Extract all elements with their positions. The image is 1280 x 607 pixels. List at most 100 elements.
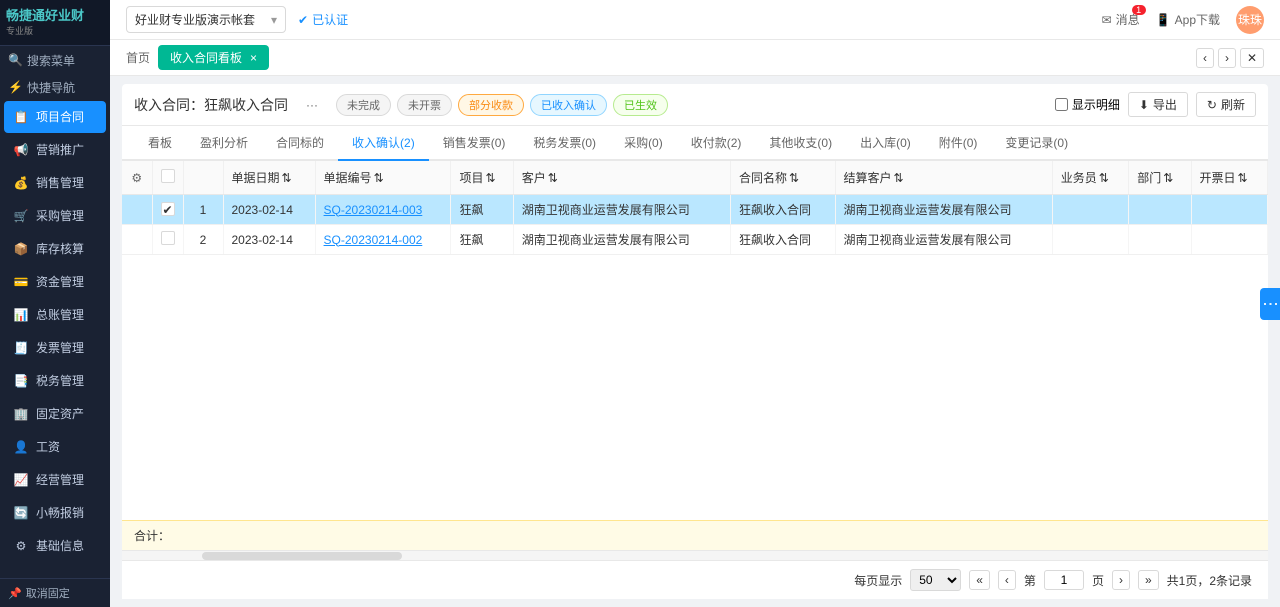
tab-prev-button[interactable]: ‹: [1196, 48, 1214, 68]
contract-name-column-header: 合同名称 ⇅: [731, 161, 836, 195]
sidebar-icon-8: 📑: [12, 372, 30, 390]
sidebar-icon-4: 📦: [12, 240, 30, 258]
table-row[interactable]: ✔ 1 2023-02-14 SQ-20230214-003 狂飙 湖南卫视商业…: [122, 195, 1268, 225]
sidebar-item-发票管理[interactable]: 🧾 发票管理: [4, 332, 106, 364]
sidebar: 畅捷通好业财 专业版 🔍 搜索菜单 ⚡ 快捷导航 📋 项目合同 📢 营销推广 💰…: [0, 0, 110, 607]
nav-tab-收付款[interactable]: 收付款(2): [677, 126, 756, 161]
dept-column-header: 部门 ⇅: [1129, 161, 1191, 195]
user-avatar[interactable]: 珠珠: [1236, 6, 1264, 34]
nav-tab-销售发票[interactable]: 销售发票(0): [429, 126, 520, 161]
per-page-label: 每页显示: [854, 572, 902, 589]
tab-next-button[interactable]: ›: [1218, 48, 1236, 68]
project-column-header: 项目 ⇅: [451, 161, 513, 195]
row-checkbox-1[interactable]: [152, 225, 183, 255]
contract-tab-button[interactable]: 收入合同看板 ×: [158, 45, 269, 70]
horizontal-scrollbar[interactable]: [122, 550, 1268, 560]
sidebar-item-采购管理[interactable]: 🛒 采购管理: [4, 200, 106, 232]
sidebar-item-营销推广[interactable]: 📢 营销推广: [4, 134, 106, 166]
refresh-button[interactable]: ↻ 刷新: [1196, 92, 1256, 117]
home-breadcrumb[interactable]: 首页: [126, 49, 150, 66]
nav-tab-看板[interactable]: 看板: [134, 126, 186, 161]
sidebar-item-税务管理[interactable]: 📑 税务管理: [4, 365, 106, 397]
status-btn-未开票[interactable]: 未开票: [397, 94, 452, 116]
search-menu[interactable]: 🔍 搜索菜单: [0, 46, 110, 75]
sidebar-item-固定资产[interactable]: 🏢 固定资产: [4, 398, 106, 430]
message-button[interactable]: ✉ 1 消息: [1102, 11, 1140, 28]
sidebar-item-总账管理[interactable]: 📊 总账管理: [4, 299, 106, 331]
scrollbar-thumb: [202, 552, 402, 560]
table-header-row: ⚙ 单据日期 ⇅ 单据编号 ⇅ 项目 ⇅ 客户 ⇅ 合同名称 ⇅ 结算客户 ⇅ …: [122, 161, 1268, 195]
table-row[interactable]: 2 2023-02-14 SQ-20230214-002 狂飙 湖南卫视商业运营…: [122, 225, 1268, 255]
nav-tab-盈利分析[interactable]: 盈利分析: [186, 126, 262, 161]
sidebar-item-经营管理[interactable]: 📈 经营管理: [4, 464, 106, 496]
quick-nav-icon: ⚡: [8, 80, 23, 94]
tab-close-icon[interactable]: ×: [250, 51, 257, 65]
prev-page-button[interactable]: ‹: [998, 570, 1016, 590]
sidebar-item-基础信息[interactable]: ⚙ 基础信息: [4, 530, 106, 562]
sidebar-icon-5: 💳: [12, 273, 30, 291]
unpin-label: 取消固定: [26, 585, 70, 601]
sidebar-item-小畅报销[interactable]: 🔄 小畅报销: [4, 497, 106, 529]
sidebar-label-10: 工资: [36, 438, 60, 455]
nav-tab-采购[interactable]: 采购(0): [610, 126, 677, 161]
per-page-select[interactable]: 50 20 100: [910, 569, 961, 591]
contract-header: 收入合同：狂飙收入合同 ··· 未完成未开票部分收款已收入确认已生效 显示明细 …: [122, 84, 1268, 126]
next-page-button[interactable]: ›: [1112, 570, 1130, 590]
status-buttons: 未完成未开票部分收款已收入确认已生效: [336, 94, 668, 116]
sidebar-label-6: 总账管理: [36, 306, 84, 323]
bill-no-link-0[interactable]: SQ-20230214-003: [324, 203, 423, 217]
nav-tab-其他收支[interactable]: 其他收支(0): [755, 126, 846, 161]
row-dept-1: [1129, 225, 1191, 255]
nav-tab-税务发票[interactable]: 税务发票(0): [519, 126, 610, 161]
sidebar-item-库存核算[interactable]: 📦 库存核算: [4, 233, 106, 265]
row-customer-0: 湖南卫视商业运营发展有限公司: [513, 195, 730, 225]
tab-close-button[interactable]: ✕: [1240, 48, 1264, 68]
status-btn-已收入确认[interactable]: 已收入确认: [530, 94, 607, 116]
select-all-checkbox[interactable]: [161, 169, 175, 183]
detail-checkbox-input[interactable]: [1055, 98, 1068, 111]
company-selector[interactable]: 好业财专业版演示帐套 ▾: [126, 6, 286, 33]
sidebar-label-13: 基础信息: [36, 537, 84, 554]
show-detail-checkbox[interactable]: 显示明细: [1055, 96, 1120, 113]
status-btn-已生效[interactable]: 已生效: [613, 94, 668, 116]
total-label: 合计：: [134, 527, 170, 544]
status-btn-部分收款[interactable]: 部分收款: [458, 94, 524, 116]
row-date-0: 2023-02-14: [223, 195, 315, 225]
row-check-box-0[interactable]: ✔: [161, 202, 175, 216]
sidebar-item-项目合同[interactable]: 📋 项目合同: [4, 101, 106, 133]
nav-tab-变更记录[interactable]: 变更记录(0): [991, 126, 1082, 161]
nav-tab-出入库[interactable]: 出入库(0): [846, 126, 925, 161]
right-float-button[interactable]: ⋮: [1260, 288, 1280, 320]
export-button[interactable]: ⬇ 导出: [1128, 92, 1188, 117]
table-footer: 合计：: [122, 520, 1268, 550]
sidebar-item-资金管理[interactable]: 💳 资金管理: [4, 266, 106, 298]
row-billdate-0: [1191, 195, 1268, 225]
last-page-button[interactable]: »: [1138, 570, 1159, 590]
row-checkbox-0[interactable]: ✔: [152, 195, 183, 225]
nav-tabs: 看板盈利分析合同标的收入确认(2)销售发票(0)税务发票(0)采购(0)收付款(…: [122, 126, 1268, 161]
more-button[interactable]: ···: [300, 96, 324, 114]
status-btn-未完成[interactable]: 未完成: [336, 94, 391, 116]
main-content: 好业财专业版演示帐套 ▾ ✔ 已认证 ✉ 1 消息 📱 App下载 珠珠 首页 …: [110, 0, 1280, 607]
row-billno-0[interactable]: SQ-20230214-003: [315, 195, 451, 225]
first-page-button[interactable]: «: [969, 570, 990, 590]
nav-tab-收入确认[interactable]: 收入确认(2): [338, 126, 429, 161]
sidebar-item-销售管理[interactable]: 💰 销售管理: [4, 167, 106, 199]
sort-icon: ⇅: [894, 171, 904, 185]
bill-no-link-1[interactable]: SQ-20230214-002: [324, 233, 423, 247]
row-result-customer-0: 湖南卫视商业运营发展有限公司: [835, 195, 1052, 225]
checkbox-column-header: [152, 161, 183, 195]
tab-label: 收入合同看板: [170, 49, 242, 66]
quick-nav[interactable]: ⚡ 快捷导航: [0, 75, 110, 100]
nav-tab-合同标的[interactable]: 合同标的: [262, 126, 338, 161]
row-check-box-1[interactable]: [161, 231, 175, 245]
page-number-input[interactable]: [1044, 570, 1084, 590]
nav-tab-附件[interactable]: 附件(0): [925, 126, 992, 161]
row-billno-1[interactable]: SQ-20230214-002: [315, 225, 451, 255]
unpin-button[interactable]: 📌 取消固定: [0, 578, 110, 607]
row-contract-name-1: 狂飙收入合同: [731, 225, 836, 255]
billdate-column-header: 开票日 ⇅: [1191, 161, 1268, 195]
app-download-button[interactable]: 📱 App下载: [1156, 11, 1220, 28]
sidebar-item-工资[interactable]: 👤 工资: [4, 431, 106, 463]
settings-icon[interactable]: ⚙: [131, 171, 142, 185]
